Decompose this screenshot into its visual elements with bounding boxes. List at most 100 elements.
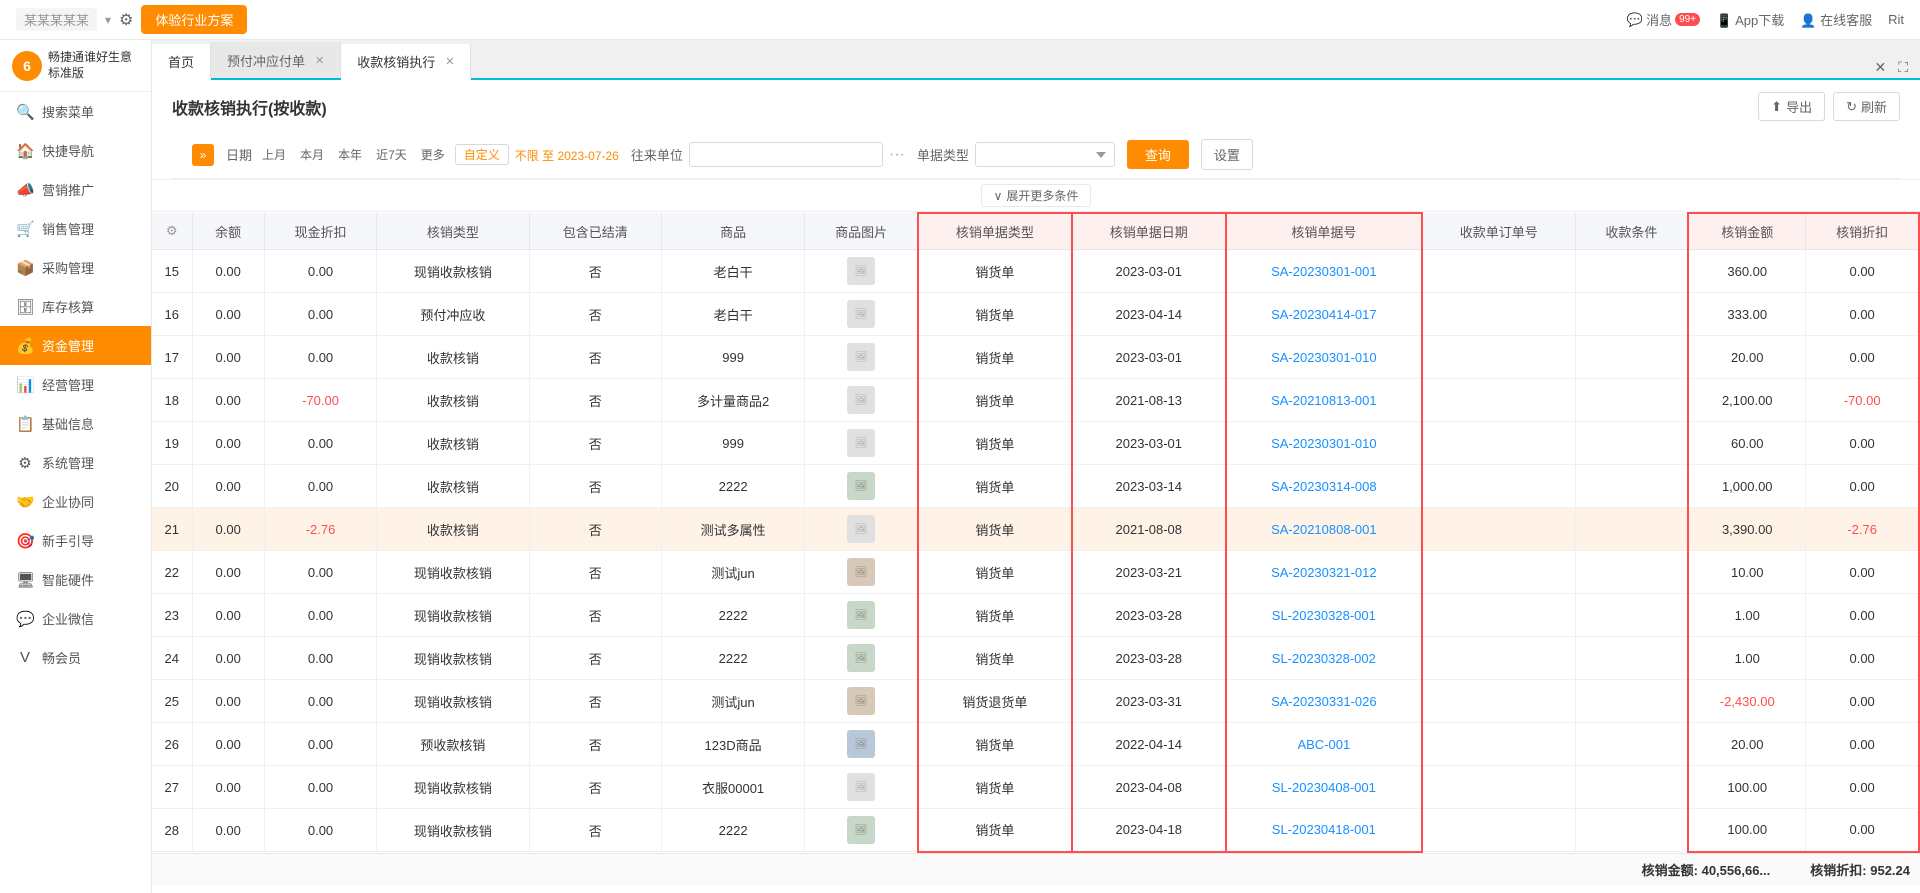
bill-type-select[interactable] bbox=[975, 142, 1115, 167]
tab-receipt-cancel-close-icon[interactable]: ✕ bbox=[445, 55, 454, 68]
page-title: 收款核销执行(按收款) bbox=[172, 95, 327, 119]
filter-last-month[interactable]: 上月 bbox=[258, 145, 290, 164]
cell-receipt-order-no bbox=[1422, 594, 1575, 637]
cell-product-img: 🖼 bbox=[805, 465, 918, 508]
message-btn[interactable]: 💬 消息 99+ bbox=[1627, 10, 1700, 29]
user-name[interactable]: Rit bbox=[1888, 12, 1904, 27]
export-btn[interactable]: ⬆ 导出 bbox=[1758, 92, 1825, 121]
cell-product: 123D商品 bbox=[661, 723, 804, 766]
tab-prepay[interactable]: 预付冲应付单 ✕ bbox=[211, 42, 341, 78]
cell-cancel-bill-date: 2023-04-14 bbox=[1072, 293, 1226, 336]
filter-custom-btn[interactable]: 自定义 bbox=[455, 144, 509, 165]
sidebar-item-marketing[interactable]: 📣 营销推广 bbox=[0, 170, 151, 209]
cell-receipt-condition bbox=[1575, 465, 1688, 508]
sales-icon: 🛒 bbox=[16, 220, 34, 238]
cell-cancel-bill-no[interactable]: SA-20210813-001 bbox=[1226, 379, 1422, 422]
cell-cancel-bill-no[interactable]: SL-20230418-001 bbox=[1226, 809, 1422, 852]
sidebar-item-enterprise[interactable]: 🤝 企业协同 bbox=[0, 482, 151, 521]
cell-receipt-condition bbox=[1575, 336, 1688, 379]
cell-no: 27 bbox=[152, 766, 192, 809]
search-icon: 🔍 bbox=[16, 103, 34, 121]
cell-cancel-bill-no[interactable]: SA-20230314-008 bbox=[1226, 465, 1422, 508]
tab-prepay-close-icon[interactable]: ✕ bbox=[315, 54, 324, 67]
refresh-btn[interactable]: ↻ 刷新 bbox=[1833, 92, 1900, 121]
dropdown-arrow-icon[interactable]: ▾ bbox=[105, 13, 111, 27]
cell-include-settled: 否 bbox=[529, 250, 661, 293]
settings-btn[interactable]: 设置 bbox=[1201, 139, 1253, 170]
cell-include-settled: 否 bbox=[529, 293, 661, 336]
col-product-img: 商品图片 bbox=[805, 213, 918, 250]
cell-cancel-bill-date: 2023-03-01 bbox=[1072, 250, 1226, 293]
sidebar-item-label: 搜索菜单 bbox=[42, 102, 94, 121]
cell-cancel-type: 预付冲应收 bbox=[377, 293, 529, 336]
sidebar-item-purchase[interactable]: 📦 采购管理 bbox=[0, 248, 151, 287]
party-input[interactable] bbox=[689, 142, 883, 167]
cell-cancel-bill-no[interactable]: SA-20230301-010 bbox=[1226, 336, 1422, 379]
cell-balance: 0.00 bbox=[192, 422, 264, 465]
cell-include-settled: 否 bbox=[529, 637, 661, 680]
sidebar-item-label: 经营管理 bbox=[42, 375, 94, 394]
query-btn[interactable]: 查询 bbox=[1127, 140, 1189, 169]
product-img-placeholder: 🖼 bbox=[847, 773, 875, 801]
sidebar-item-hardware[interactable]: 🖥 智能硬件 bbox=[0, 560, 151, 599]
cell-cancel-bill-no[interactable]: ABC-001 bbox=[1226, 723, 1422, 766]
sidebar-item-guide[interactable]: 🎯 新手引导 bbox=[0, 521, 151, 560]
cell-no: 21 bbox=[152, 508, 192, 551]
cell-cancel-bill-no[interactable]: SL-20230328-002 bbox=[1226, 637, 1422, 680]
cell-include-settled: 否 bbox=[529, 766, 661, 809]
cell-cash-discount: 0.00 bbox=[264, 766, 376, 809]
tab-close-all-icon[interactable]: ✕ bbox=[1870, 57, 1890, 78]
online-service-btn[interactable]: 👤 在线客服 bbox=[1800, 10, 1872, 29]
inventory-icon: 🗄 bbox=[16, 298, 34, 316]
sidebar-item-search[interactable]: 🔍 搜索菜单 bbox=[0, 92, 151, 131]
tab-expand-icon[interactable]: ⛶ bbox=[1894, 57, 1912, 78]
filter-expand-btn[interactable]: » bbox=[192, 144, 214, 166]
sidebar-item-basic[interactable]: 📋 基础信息 bbox=[0, 404, 151, 443]
filter-more[interactable]: 更多 bbox=[417, 145, 449, 164]
filter-bar: » 日期 上月 本月 本年 近7天 更多 自定义 不限 至 2023-07-26… bbox=[172, 131, 1900, 179]
company-name: 某某某某某 bbox=[16, 8, 97, 31]
sidebar-item-system[interactable]: ⚙ 系统管理 bbox=[0, 443, 151, 482]
tab-home[interactable]: 首页 bbox=[152, 44, 211, 80]
sidebar-item-quick-nav[interactable]: 🏠 快捷导航 bbox=[0, 131, 151, 170]
app-download-btn[interactable]: 📱 App下载 bbox=[1716, 10, 1784, 29]
settings-icon[interactable]: ⚙ bbox=[119, 10, 133, 30]
cell-include-settled: 否 bbox=[529, 680, 661, 723]
cell-product: 测试jun bbox=[661, 680, 804, 723]
cell-include-settled: 否 bbox=[529, 465, 661, 508]
layout: 6 畅捷通谁好生意 标准版 🔍 搜索菜单 🏠 快捷导航 📣 营销推广 🛒 销售管… bbox=[0, 40, 1920, 893]
sidebar-item-label: 资金管理 bbox=[42, 336, 94, 355]
cell-cancel-bill-type: 销货单 bbox=[918, 508, 1072, 551]
industry-btn[interactable]: 体验行业方案 bbox=[141, 5, 247, 34]
cell-no: 18 bbox=[152, 379, 192, 422]
cell-cancel-type: 现销收款核销 bbox=[377, 637, 529, 680]
sidebar-item-operation[interactable]: 📊 经营管理 bbox=[0, 365, 151, 404]
purchase-icon: 📦 bbox=[16, 259, 34, 277]
cell-no: 20 bbox=[152, 465, 192, 508]
cell-cancel-bill-no[interactable]: SA-20230301-001 bbox=[1226, 250, 1422, 293]
filter-this-month[interactable]: 本月 bbox=[296, 145, 328, 164]
cell-cancel-bill-no[interactable]: SA-20210808-001 bbox=[1226, 508, 1422, 551]
filter-this-year[interactable]: 本年 bbox=[334, 145, 366, 164]
cell-cancel-bill-no[interactable]: SA-20230301-010 bbox=[1226, 422, 1422, 465]
sidebar-item-finance[interactable]: 💰 资金管理 bbox=[0, 326, 151, 365]
filter-7days[interactable]: 近7天 bbox=[372, 145, 411, 164]
cell-cancel-bill-type: 销货单 bbox=[918, 250, 1072, 293]
sidebar-item-vip[interactable]: V 畅会员 bbox=[0, 638, 151, 677]
col-settings[interactable]: ⚙ bbox=[152, 213, 192, 250]
cell-product: 衣服00001 bbox=[661, 766, 804, 809]
sidebar-item-wechat[interactable]: 💬 企业微信 bbox=[0, 599, 151, 638]
cell-cancel-bill-no[interactable]: SA-20230331-026 bbox=[1226, 680, 1422, 723]
sidebar-item-sales[interactable]: 🛒 销售管理 bbox=[0, 209, 151, 248]
cell-receipt-order-no bbox=[1422, 766, 1575, 809]
tab-receipt-cancel[interactable]: 收款核销执行 ✕ bbox=[341, 44, 471, 80]
cell-cancel-bill-no[interactable]: SA-20230414-017 bbox=[1226, 293, 1422, 336]
cell-receipt-condition bbox=[1575, 680, 1688, 723]
expand-more-btn[interactable]: ∨ 展开更多条件 bbox=[981, 184, 1092, 207]
cell-cancel-bill-no[interactable]: SA-20230321-012 bbox=[1226, 551, 1422, 594]
sidebar-item-inventory[interactable]: 🗄 库存核算 bbox=[0, 287, 151, 326]
cell-cancel-bill-no[interactable]: SL-20230408-001 bbox=[1226, 766, 1422, 809]
cell-cancel-bill-no[interactable]: SL-20230328-001 bbox=[1226, 594, 1422, 637]
product-img-thumb: 🖼 bbox=[847, 687, 875, 715]
cell-balance: 0.00 bbox=[192, 508, 264, 551]
